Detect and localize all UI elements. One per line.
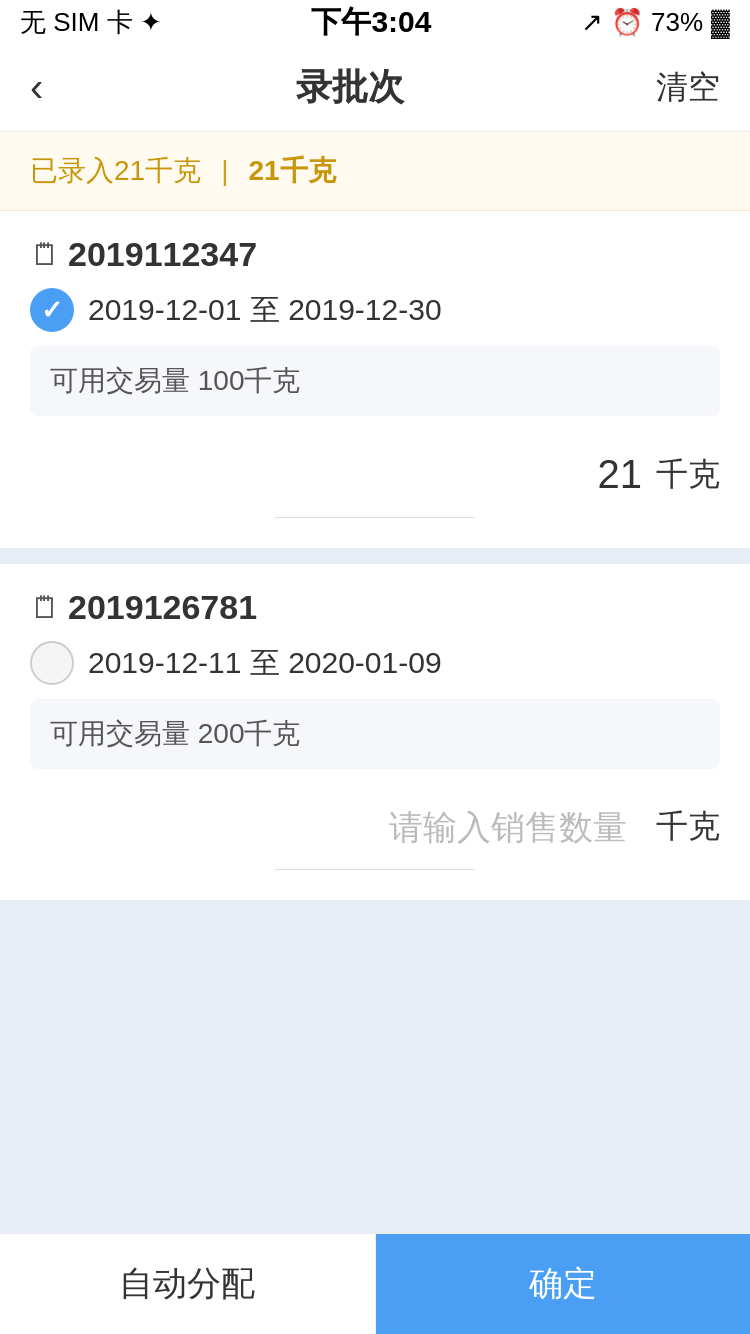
batch-2-input-row: 千克 — [0, 785, 750, 869]
batch-item-1: 🗒 2019112347 ✓ 2019-12-01 至 2019-12-30 可… — [0, 211, 750, 548]
batch-2-divider-container — [0, 869, 750, 880]
nav-bar: ‹ 录批次 清空 — [0, 44, 750, 132]
batch-1-date: 2019-12-01 至 2019-12-30 — [88, 290, 442, 331]
bottom-bar: 自动分配 确定 — [0, 1234, 750, 1334]
batch-2-unit: 千克 — [656, 805, 720, 849]
batch-2-availability: 可用交易量 200千克 — [30, 699, 720, 769]
checkmark-icon: ✓ — [41, 295, 63, 326]
confirm-button[interactable]: 确定 — [376, 1234, 751, 1334]
batch-2-divider — [275, 869, 475, 870]
batch-1-radio[interactable]: ✓ — [30, 288, 74, 332]
clear-button[interactable]: 清空 — [656, 66, 720, 110]
batch-1-quantity-row: 21 千克 — [0, 432, 750, 517]
quantity-input[interactable] — [342, 808, 642, 847]
batch-2-date: 2019-12-11 至 2020-01-09 — [88, 643, 442, 684]
battery-percent: 73% — [651, 7, 703, 38]
location-icon: ↗ — [581, 7, 603, 38]
batch-1-number: 2019112347 — [68, 235, 257, 274]
status-left: 无 SIM 卡 ✦ — [20, 5, 162, 40]
battery-icon: ▓ — [711, 7, 730, 38]
batch-2-header: 🗒 2019126781 — [0, 564, 750, 627]
status-right: ↗ ⏰ 73% ▓ — [581, 7, 730, 38]
batch-1-divider-container — [0, 517, 750, 528]
batch-2-icon: 🗒 — [30, 591, 60, 625]
batch-1-divider — [275, 517, 475, 518]
divider: | — [221, 155, 228, 187]
batch-1-date-row[interactable]: ✓ 2019-12-01 至 2019-12-30 — [0, 274, 750, 332]
batch-1-quantity-value: 21 — [598, 452, 643, 497]
batch-1-header: 🗒 2019112347 — [0, 211, 750, 274]
status-time: 下午3:04 — [311, 2, 431, 43]
page-title: 录批次 — [296, 63, 404, 112]
auto-distribute-button[interactable]: 自动分配 — [0, 1234, 376, 1334]
recorded-label: 已录入21千克 — [30, 152, 201, 190]
batch-1-unit: 千克 — [656, 453, 720, 497]
batch-2-number: 2019126781 — [68, 588, 257, 627]
batch-1-icon: 🗒 — [30, 238, 60, 272]
back-button[interactable]: ‹ — [30, 65, 43, 110]
batch-1-availability: 可用交易量 100千克 — [30, 346, 720, 416]
status-bar: 无 SIM 卡 ✦ 下午3:04 ↗ ⏰ 73% ▓ — [0, 0, 750, 44]
batch-2-date-row[interactable]: 2019-12-11 至 2020-01-09 — [0, 627, 750, 685]
sim-label: 无 SIM 卡 ✦ — [20, 5, 162, 40]
alarm-icon: ⏰ — [611, 7, 643, 38]
separator-1 — [0, 548, 750, 564]
batch-item-2: 🗒 2019126781 2019-12-11 至 2020-01-09 可用交… — [0, 564, 750, 900]
total-label: 21千克 — [248, 152, 335, 190]
info-banner: 已录入21千克 | 21千克 — [0, 132, 750, 211]
batch-2-radio[interactable] — [30, 641, 74, 685]
